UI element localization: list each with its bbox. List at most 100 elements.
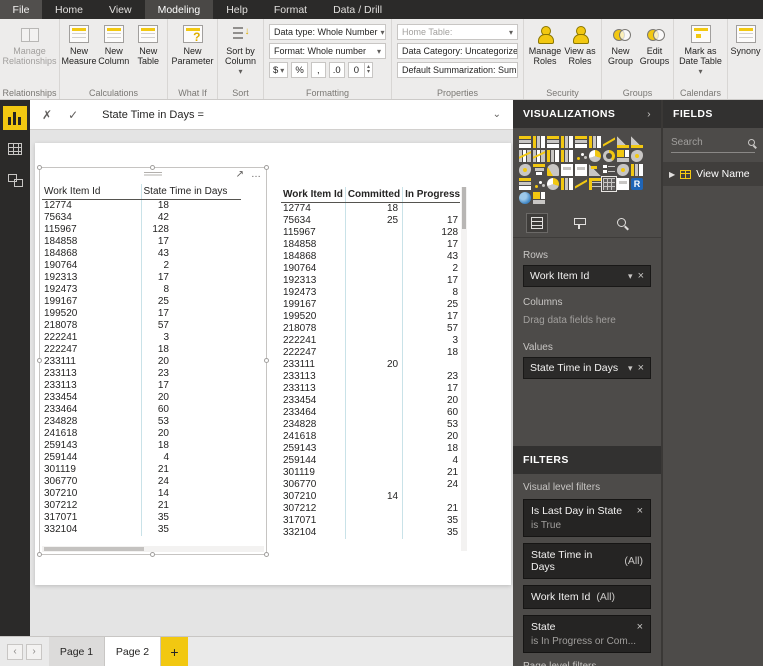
column-header[interactable]: In Progress xyxy=(402,187,460,203)
custom-visual-icon[interactable] xyxy=(533,178,545,190)
remove-filter-icon[interactable]: × xyxy=(637,505,643,517)
page-tab[interactable]: Page 1 xyxy=(49,637,105,666)
view-as-roles-button[interactable]: View as Roles xyxy=(563,24,597,67)
custom-visual-icon[interactable] xyxy=(547,178,559,190)
100-stacked-bar-chart-icon[interactable] xyxy=(575,136,587,148)
slicer-icon[interactable] xyxy=(603,164,615,176)
percent-format-button[interactable]: % xyxy=(291,62,308,78)
column-header[interactable]: Work Item Id xyxy=(281,187,346,203)
data-type-dropdown[interactable]: Data type: Whole Number ▾ xyxy=(269,24,386,40)
ribbon-tab[interactable]: Data / Drill xyxy=(320,0,395,19)
map-icon[interactable] xyxy=(631,150,643,162)
state-time-table[interactable]: Work Item Id State Time in Days 12774 18 xyxy=(42,184,241,536)
filled-map-icon[interactable] xyxy=(519,164,531,176)
vertical-scrollbar[interactable] xyxy=(461,187,467,551)
stacked-area-chart-icon[interactable] xyxy=(631,136,643,148)
commit-formula-icon[interactable]: ✓ xyxy=(68,108,78,122)
currency-format-button[interactable]: $ ▾ xyxy=(269,62,289,78)
spin-down-icon[interactable]: ▾ xyxy=(367,69,370,75)
kpi-icon[interactable] xyxy=(589,164,601,176)
report-page[interactable]: ↗ … Work Item Id State Time in Days 1277… xyxy=(35,143,511,585)
filter-card[interactable]: Work Item Id (All) xyxy=(523,585,651,609)
expand-formula-bar-icon[interactable]: ⌄ xyxy=(493,109,501,120)
previous-page-icon[interactable]: ‹ xyxy=(7,643,23,660)
resize-handle[interactable] xyxy=(264,358,269,363)
ribbon-tab[interactable]: Modeling xyxy=(144,0,214,19)
add-page-button[interactable]: + xyxy=(161,637,188,666)
custom-visual-icon[interactable] xyxy=(617,178,629,190)
line-and-stacked-column-chart-icon[interactable] xyxy=(533,150,545,162)
filter-card[interactable]: State × is In Progress or Com... xyxy=(523,615,651,653)
clustered-bar-chart-icon[interactable] xyxy=(547,136,559,148)
data-view-button[interactable] xyxy=(3,137,27,161)
arcgis-map-icon[interactable] xyxy=(519,192,531,204)
collapse-panel-icon[interactable]: › xyxy=(647,108,651,120)
ribbon-tab[interactable]: Format xyxy=(261,0,320,19)
filter-card[interactable]: Is Last Day in State × is True xyxy=(523,499,651,537)
format-dropdown[interactable]: Format: Whole number ▾ xyxy=(269,43,386,59)
format-tab[interactable] xyxy=(569,214,589,232)
column-header[interactable]: Committed xyxy=(344,187,403,203)
data-category-dropdown[interactable]: Data Category: Uncategorized ▾ xyxy=(397,43,518,59)
clustered-column-chart-icon[interactable] xyxy=(561,136,573,148)
column-header[interactable]: State Time in Days xyxy=(140,184,241,200)
ribbon-chart-icon[interactable] xyxy=(547,150,559,162)
fields-tree-item[interactable]: ▶ View Name xyxy=(663,162,763,186)
manage-relationships-button[interactable]: Manage Relationships xyxy=(2,24,57,67)
home-table-dropdown[interactable]: Home Table: ▾ xyxy=(397,24,518,40)
matrix-icon[interactable] xyxy=(589,178,601,190)
report-canvas[interactable]: ↗ … Work Item Id State Time in Days 1277… xyxy=(30,130,513,636)
analytics-tab[interactable] xyxy=(611,214,631,232)
remove-filter-icon[interactable]: × xyxy=(637,621,643,633)
funnel-chart-icon[interactable] xyxy=(533,164,545,176)
custom-visual-icon[interactable] xyxy=(561,178,573,190)
donut-chart-icon[interactable] xyxy=(603,150,615,162)
resize-handle[interactable] xyxy=(37,165,42,170)
cancel-formula-icon[interactable]: ✗ xyxy=(42,108,52,122)
scrollbar-thumb[interactable] xyxy=(462,187,466,229)
resize-handle[interactable] xyxy=(150,552,155,557)
resize-handle[interactable] xyxy=(264,165,269,170)
column-header[interactable]: Work Item Id xyxy=(42,184,141,200)
scrollbar-thumb[interactable] xyxy=(44,547,144,551)
columns-drop-hint[interactable]: Drag data fields here xyxy=(523,312,651,332)
default-summarization-dropdown[interactable]: Default Summarization: Sum ▾ xyxy=(397,62,518,78)
custom-visual-icon[interactable] xyxy=(533,192,545,204)
table-visual-selected[interactable]: ↗ … Work Item Id State Time in Days 1277… xyxy=(37,165,269,557)
r-script-visual-icon[interactable] xyxy=(631,178,643,190)
area-chart-icon[interactable] xyxy=(617,136,629,148)
custom-visual-icon[interactable] xyxy=(519,178,531,190)
decimal-places-stepper[interactable]: 0 ▴ ▾ xyxy=(347,62,374,78)
resize-handle[interactable] xyxy=(150,165,155,170)
edit-groups-button[interactable]: Edit Groups xyxy=(638,24,671,67)
chevron-down-icon[interactable]: ▾ xyxy=(628,363,633,374)
mark-as-date-table-button[interactable]: Mark as Date Table ▾ xyxy=(676,24,725,76)
card-icon[interactable] xyxy=(561,164,573,176)
search-input[interactable] xyxy=(671,137,744,148)
new-measure-button[interactable]: New Measure xyxy=(62,24,97,67)
scatter-chart-icon[interactable] xyxy=(575,150,587,162)
new-parameter-button[interactable]: New Parameter xyxy=(172,24,214,67)
ribbon-tab[interactable]: View xyxy=(96,0,145,19)
resize-handle[interactable] xyxy=(37,552,42,557)
table-visual-states[interactable]: Work Item Id Committed In Progress Total… xyxy=(280,183,468,555)
treemap-icon[interactable] xyxy=(617,150,629,162)
fields-tab[interactable] xyxy=(526,212,548,233)
ribbon-tab[interactable]: Home xyxy=(42,0,96,19)
table-icon[interactable] xyxy=(601,176,617,192)
page-tab[interactable]: Page 2 xyxy=(105,637,161,666)
sort-by-column-button[interactable]: Sort by Column ▾ xyxy=(224,24,258,76)
new-column-button[interactable]: New Column xyxy=(97,24,131,67)
model-view-button[interactable] xyxy=(3,168,27,192)
stacked-column-chart-icon[interactable] xyxy=(533,136,545,148)
expand-table-icon[interactable]: ▶ xyxy=(669,170,675,179)
filter-card[interactable]: State Time in Days (All) xyxy=(523,543,651,579)
more-options-icon[interactable]: … xyxy=(251,168,261,182)
line-and-clustered-column-chart-icon[interactable] xyxy=(519,150,531,162)
remove-field-icon[interactable]: × xyxy=(638,362,644,374)
custom-visual-icon[interactable] xyxy=(575,178,587,190)
100-stacked-column-chart-icon[interactable] xyxy=(589,136,601,148)
rows-field-pill[interactable]: Work Item Id ▾ × xyxy=(523,265,651,287)
pie-chart-icon[interactable] xyxy=(589,150,601,162)
state-breakdown-table[interactable]: Work Item Id Committed In Progress Total… xyxy=(281,187,460,539)
